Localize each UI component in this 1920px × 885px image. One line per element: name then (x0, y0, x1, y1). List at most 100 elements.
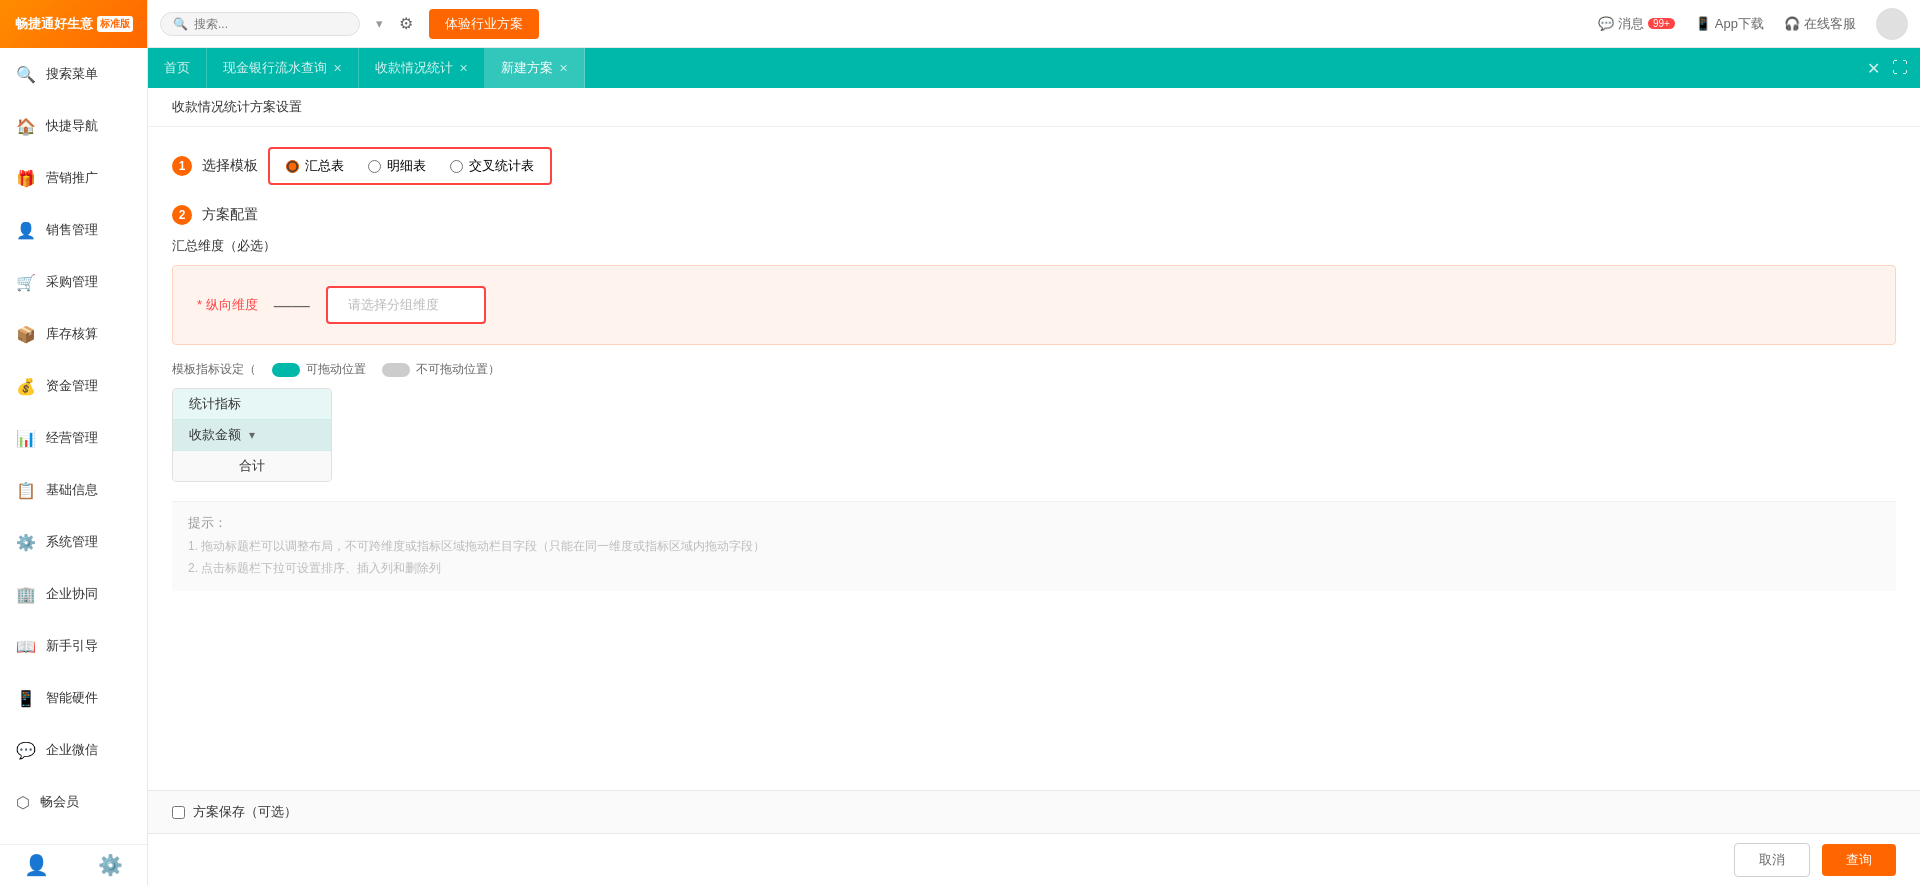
sidebar-item-sales[interactable]: 👤 销售管理 (0, 204, 147, 256)
search-input[interactable] (194, 17, 344, 31)
radio-cross[interactable]: 交叉统计表 (450, 157, 534, 175)
headset-icon: 🎧 (1784, 16, 1800, 31)
cart-icon: 🛒 (16, 273, 36, 292)
stats-row-label: 合计 (239, 458, 265, 473)
sidebar-item-finance[interactable]: 💰 资金管理 (0, 360, 147, 412)
tabs-actions: ✕ ⛶ (1855, 48, 1920, 88)
tab-cashbank[interactable]: 现金银行流水查询 ✕ (207, 48, 359, 88)
sidebar-logo-text: 畅捷通好生意 (15, 15, 93, 33)
sidebar-item-marketing[interactable]: 🎁 营销推广 (0, 152, 147, 204)
section1-title: 选择模板 (202, 157, 258, 175)
message-label: 消息 (1618, 15, 1644, 33)
section1-header: 1 选择模板 汇总表 明细表 交叉统计表 (172, 147, 1896, 185)
draggable-toggle-icon (272, 363, 300, 377)
breadcrumb-text: 收款情况统计方案设置 (172, 99, 302, 114)
sidebar-item-guide[interactable]: 📖 新手引导 (0, 620, 147, 672)
expand-tab-action-icon[interactable]: ⛶ (1892, 59, 1908, 77)
dim-select-box[interactable]: 请选择分组维度 (326, 286, 486, 324)
radio-cross-input[interactable] (450, 160, 463, 173)
metrics-section: 模板指标设定（ 可拖动位置 不可拖动位置） (172, 361, 1896, 485)
sidebar-item-inventory[interactable]: 📦 库存核算 (0, 308, 147, 360)
sidebar-item-wechat[interactable]: 💬 企业微信 (0, 724, 147, 776)
search-menu-icon: 🔍 (16, 65, 36, 84)
message-item[interactable]: 💬 消息 99+ (1598, 15, 1675, 33)
tab-receivables-close-icon[interactable]: ✕ (459, 62, 468, 75)
user-bottom-icon: 👤 (24, 853, 49, 877)
metrics-table: 统计指标 收款金额 ▾ 合计 (172, 388, 332, 482)
sidebar-item-label: 采购管理 (46, 273, 98, 291)
radio-detail[interactable]: 明细表 (368, 157, 426, 175)
sidebar-bottom-user[interactable]: 👤 (24, 853, 49, 877)
box-icon: 📦 (16, 325, 36, 344)
radio-detail-label: 明细表 (387, 157, 426, 175)
sidebar-item-label: 快捷导航 (46, 117, 98, 135)
sidebar-bottom-settings[interactable]: ⚙️ (98, 853, 123, 877)
dimension-row: * 纵向维度 —— 请选择分组维度 (197, 286, 1871, 324)
sidebar-logo: 畅捷通好生意 标准版 (0, 0, 147, 48)
sidebar-logo-badge: 标准版 (97, 16, 133, 32)
metrics-hint: 模板指标设定（ 可拖动位置 不可拖动位置） (172, 361, 1896, 378)
tips-area: 提示： 1. 拖动标题栏可以调整布局，不可跨维度或指标区域拖动栏目字段（只能在同… (172, 501, 1896, 591)
query-button[interactable]: 查询 (1822, 844, 1896, 876)
tab-cashbank-label: 现金银行流水查询 (223, 59, 327, 77)
non-draggable-toggle-icon (382, 363, 410, 377)
sidebar-item-purchase[interactable]: 🛒 采购管理 (0, 256, 147, 308)
radio-detail-input[interactable] (368, 160, 381, 173)
sidebar-item-quick-nav[interactable]: 🏠 快捷导航 (0, 100, 147, 152)
sidebar-item-operations[interactable]: 📊 经营管理 (0, 412, 147, 464)
dim-placeholder-text: 请选择分组维度 (348, 297, 439, 312)
radio-summary-input[interactable] (286, 160, 299, 173)
app-download-item[interactable]: 📱 App下载 (1695, 15, 1764, 33)
tips-title: 提示： (188, 514, 1880, 532)
metrics-col-header[interactable]: 收款金额 ▾ (173, 420, 331, 451)
trial-button[interactable]: 体验行业方案 (429, 9, 539, 39)
sidebar-item-smart-hw[interactable]: 📱 智能硬件 (0, 672, 147, 724)
radio-summary[interactable]: 汇总表 (286, 157, 344, 175)
settings-bottom-icon: ⚙️ (98, 853, 123, 877)
section-1: 1 选择模板 汇总表 明细表 交叉统计表 (172, 147, 1896, 185)
sidebar-item-search-menu[interactable]: 🔍 搜索菜单 (0, 48, 147, 100)
tab-cashbank-close-icon[interactable]: ✕ (333, 62, 342, 75)
sidebar-item-label: 企业微信 (46, 741, 98, 759)
metrics-total-row: 合计 (173, 451, 331, 481)
sidebar-item-label: 销售管理 (46, 221, 98, 239)
tab-newplan[interactable]: 新建方案 ✕ (485, 48, 585, 88)
footer-bar: 取消 查询 (148, 833, 1920, 885)
save-checkbox[interactable] (172, 806, 185, 819)
sidebar-item-label: 营销推广 (46, 169, 98, 187)
settings-icon[interactable]: ⚙ (399, 14, 413, 33)
tab-receivables[interactable]: 收款情况统计 ✕ (359, 48, 485, 88)
sidebar-item-label: 搜索菜单 (46, 65, 98, 83)
sidebar-item-system[interactable]: ⚙️ 系统管理 (0, 516, 147, 568)
user-avatar[interactable] (1876, 8, 1908, 40)
sidebar-item-label: 资金管理 (46, 377, 98, 395)
book-icon: 📖 (16, 637, 36, 656)
metrics-table-header: 统计指标 (173, 389, 331, 420)
sidebar: 畅捷通好生意 标准版 🔍 搜索菜单 🏠 快捷导航 🎁 营销推广 👤 销售管理 🛒… (0, 0, 148, 885)
tab-home[interactable]: 首页 (148, 48, 207, 88)
sidebar-item-label: 基础信息 (46, 481, 98, 499)
cancel-button[interactable]: 取消 (1734, 843, 1810, 877)
search-chevron-icon[interactable]: ▾ (376, 16, 383, 31)
clipboard-icon: 📋 (16, 481, 36, 500)
sidebar-item-enterprise[interactable]: 🏢 企业协同 (0, 568, 147, 620)
section1-num: 1 (172, 156, 192, 176)
vertical-dim-label: * 纵向维度 (197, 296, 258, 314)
user-icon: 👤 (16, 221, 36, 240)
section2-header: 2 方案配置 (172, 205, 1896, 225)
gift-icon: 🎁 (16, 169, 36, 188)
tab-newplan-close-icon[interactable]: ✕ (559, 62, 568, 75)
sidebar-item-member[interactable]: ⬡ 畅会员 (0, 776, 147, 828)
online-service-label: 在线客服 (1804, 15, 1856, 33)
tab-home-label: 首页 (164, 59, 190, 77)
online-service-item[interactable]: 🎧 在线客服 (1784, 15, 1856, 33)
tab-newplan-label: 新建方案 (501, 59, 553, 77)
header-search-box[interactable]: 🔍 (160, 12, 360, 36)
main-area: 🔍 ▾ ⚙ 体验行业方案 💬 消息 99+ 📱 App下载 🎧 在线客服 (148, 0, 1920, 885)
col-chevron-icon[interactable]: ▾ (249, 428, 255, 442)
diamond-icon: ⬡ (16, 793, 30, 812)
close-tab-action-icon[interactable]: ✕ (1867, 59, 1880, 78)
dimension-area: * 纵向维度 —— 请选择分组维度 (172, 265, 1896, 345)
sidebar-item-basic-info[interactable]: 📋 基础信息 (0, 464, 147, 516)
gear-icon: ⚙️ (16, 533, 36, 552)
